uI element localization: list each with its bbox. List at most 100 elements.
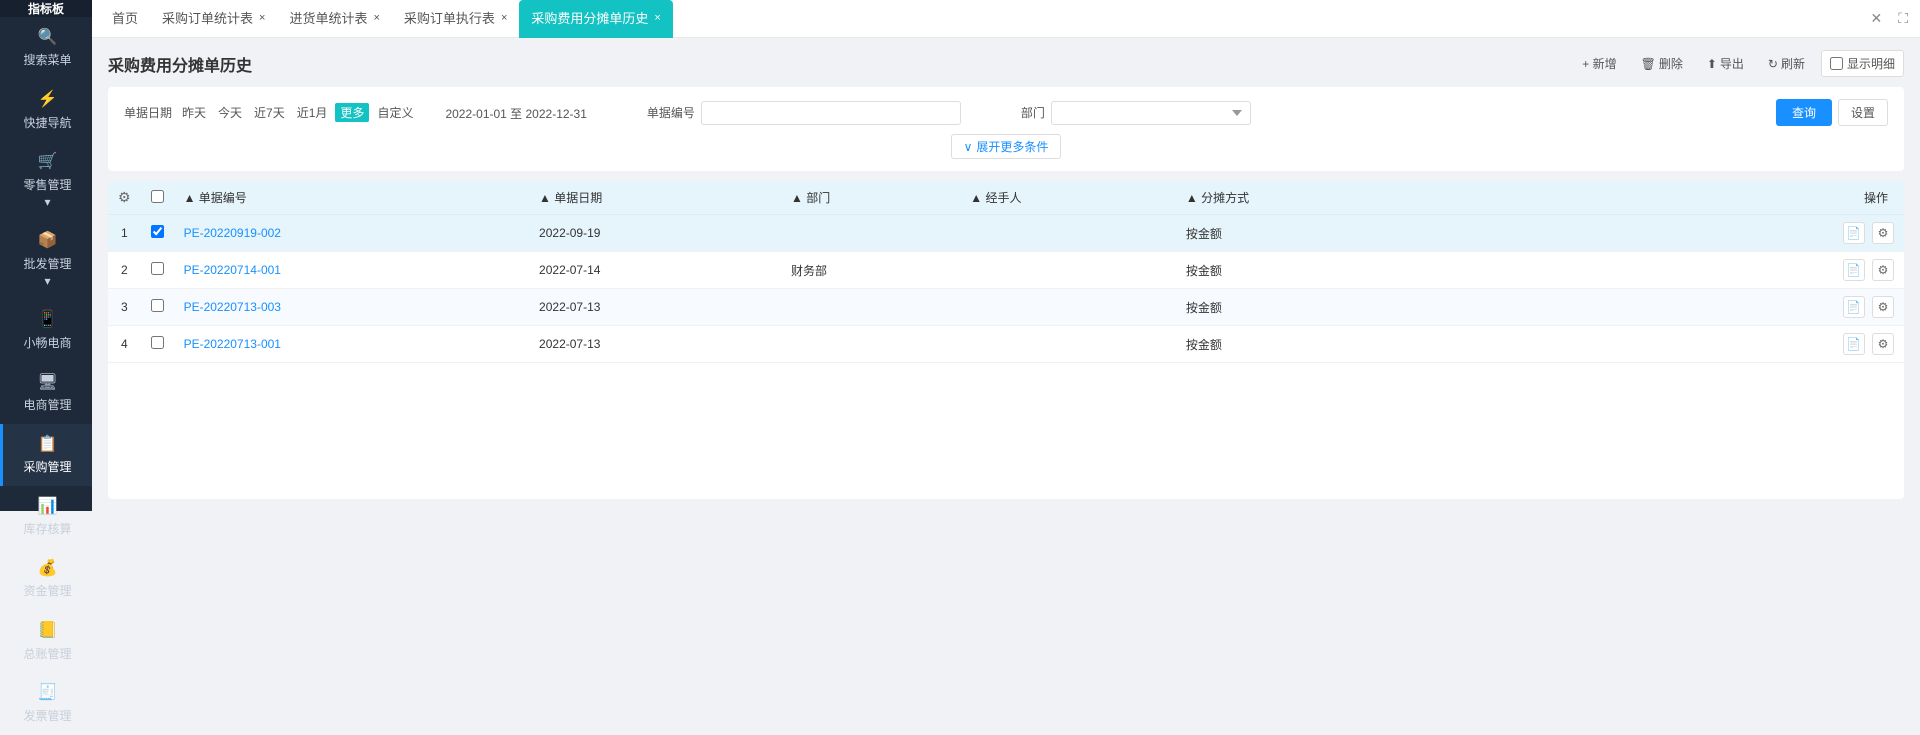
sidebar-item-search[interactable]: 🔍 搜索菜单 xyxy=(0,17,92,79)
col-header-dept[interactable]: ▲ 部门 xyxy=(781,181,960,215)
date-option-1month[interactable]: 近1月 xyxy=(293,103,332,122)
col-docnum-label: ▲ 单据编号 xyxy=(184,191,247,205)
date-option-yesterday[interactable]: 昨天 xyxy=(178,103,210,122)
sidebar-item-finance[interactable]: 💰 资金管理 xyxy=(0,548,92,610)
show-cols-button[interactable]: 显示明细 xyxy=(1821,50,1904,77)
ledger-icon: 📒 xyxy=(38,620,58,642)
row-ops-cell: 📄 ⚙ xyxy=(1676,215,1904,252)
date-range-value: 2022-01-01 至 2022-12-31 xyxy=(445,105,586,122)
docnum-input[interactable] xyxy=(701,101,961,125)
tab-purchase-exec-label: 采购订单执行表 xyxy=(404,8,495,27)
sidebar-item-purchase[interactable]: 📋 采购管理 xyxy=(0,424,92,486)
close-icon[interactable]: × xyxy=(373,12,379,24)
row-splitmethod-cell: 按金额 xyxy=(1176,252,1676,289)
table-row[interactable]: 2 PE-20220714-001 2022-07-14 财务部 按金额 📄 ⚙ xyxy=(108,252,1904,289)
checkbox-header[interactable] xyxy=(141,181,174,215)
tab-receipt-summary-label: 进货单统计表 xyxy=(289,8,367,27)
page-title: 采购费用分摊单历史 xyxy=(108,52,252,76)
search-button[interactable]: 查询 xyxy=(1776,99,1832,126)
row-dept-cell xyxy=(781,326,960,363)
sidebar-item-wholesale[interactable]: 📦 批发管理 ▾ xyxy=(0,220,92,299)
close-icon[interactable]: × xyxy=(654,12,660,24)
row-splitmethod-cell: 按金额 xyxy=(1176,326,1676,363)
date-option-more[interactable]: 更多 xyxy=(335,103,369,122)
dept-filter: 部门 xyxy=(1021,101,1251,125)
row-handler-cell xyxy=(960,252,1176,289)
show-cols-checkbox[interactable] xyxy=(1830,57,1843,70)
row-checkbox-cell[interactable] xyxy=(141,252,174,289)
row-index-cell: 4 xyxy=(108,326,141,363)
date-label: 单据日期 xyxy=(124,104,172,121)
col-settings-header[interactable]: ⚙ xyxy=(108,181,141,215)
export-button[interactable]: ⬆ 导出 xyxy=(1699,51,1752,76)
add-button[interactable]: + 新增 xyxy=(1574,51,1624,76)
row-checkbox[interactable] xyxy=(151,262,164,275)
table-row[interactable]: 1 PE-20220919-002 2022-09-19 按金额 📄 ⚙ xyxy=(108,215,1904,252)
delete-button[interactable]: 🗑 删除 xyxy=(1633,51,1691,76)
view-op-icon[interactable]: 📄 xyxy=(1843,222,1865,244)
date-option-today[interactable]: 今天 xyxy=(214,103,246,122)
docnum-link[interactable]: PE-20220714-001 xyxy=(184,263,281,277)
box-icon: 📦 xyxy=(38,230,58,252)
tab-purchase-summary[interactable]: 采购订单统计表 × xyxy=(150,0,277,38)
row-ops-cell: 📄 ⚙ xyxy=(1676,326,1904,363)
col-header-splitmethod[interactable]: ▲ 分摊方式 xyxy=(1176,181,1676,215)
row-checkbox[interactable] xyxy=(151,225,164,238)
tab-purchase-summary-label: 采购订单统计表 xyxy=(162,8,253,27)
sidebar-item-label: 搜索菜单 xyxy=(23,52,71,69)
filter-area: 单据日期 昨天 今天 近7天 近1月 更多 自定义 2022-01-01 至 2… xyxy=(108,87,1904,171)
tab-purchase-exec[interactable]: 采购订单执行表 × xyxy=(392,0,519,38)
sidebar: 指标板 🔍 搜索菜单 ⚡ 快捷导航 🛒 零售管理 ▾ 📦 批发管理 ▾ 📱 小畅… xyxy=(0,0,92,511)
row-checkbox[interactable] xyxy=(151,299,164,312)
select-all-checkbox[interactable] xyxy=(151,190,164,203)
sidebar-item-inventory[interactable]: 📊 库存核算 xyxy=(0,486,92,548)
refresh-button[interactable]: ↻ 刷新 xyxy=(1760,51,1813,76)
sidebar-item-ecommerce[interactable]: 🖥 电商管理 xyxy=(0,362,92,424)
date-option-custom[interactable]: 自定义 xyxy=(373,103,417,122)
date-option-7days[interactable]: 近7天 xyxy=(250,103,289,122)
sidebar-item-ledger[interactable]: 📒 总账管理 xyxy=(0,610,92,672)
dept-select[interactable] xyxy=(1051,101,1251,125)
table-row[interactable]: 3 PE-20220713-003 2022-07-13 按金额 📄 ⚙ xyxy=(108,289,1904,326)
row-checkbox[interactable] xyxy=(151,336,164,349)
dept-label: 部门 xyxy=(1021,104,1045,121)
edit-op-icon[interactable]: ⚙ xyxy=(1872,259,1894,281)
row-checkbox-cell[interactable] xyxy=(141,326,174,363)
expand-row: ∨ 展开更多条件 xyxy=(124,134,1888,159)
expand-more-button[interactable]: ∨ 展开更多条件 xyxy=(951,134,1062,159)
view-op-icon[interactable]: 📄 xyxy=(1843,333,1865,355)
sidebar-item-invoice[interactable]: 🧾 发票管理 xyxy=(0,672,92,734)
docnum-link[interactable]: PE-20220713-001 xyxy=(184,337,281,351)
col-header-handler[interactable]: ▲ 经手人 xyxy=(960,181,1176,215)
docnum-link[interactable]: PE-20220919-002 xyxy=(184,226,281,240)
maximize-button[interactable]: ⛶ xyxy=(1894,8,1912,29)
tab-purchase-cost[interactable]: 采购费用分摊单历史 × xyxy=(519,0,672,38)
table-row[interactable]: 4 PE-20220713-001 2022-07-13 按金额 📄 ⚙ xyxy=(108,326,1904,363)
row-docdate-cell: 2022-07-13 xyxy=(529,326,781,363)
sidebar-item-shortcut[interactable]: ⚡ 快捷导航 xyxy=(0,79,92,141)
row-checkbox-cell[interactable] xyxy=(141,289,174,326)
close-icon[interactable]: × xyxy=(259,12,265,24)
sidebar-item-mini[interactable]: 📱 小畅电商 xyxy=(0,299,92,361)
tab-receipt-summary[interactable]: 进货单统计表 × xyxy=(277,0,391,38)
tab-home-label: 首页 xyxy=(112,8,138,27)
close-icon[interactable]: × xyxy=(501,12,507,24)
row-splitmethod-cell: 按金额 xyxy=(1176,215,1676,252)
tab-home[interactable]: 首页 xyxy=(100,0,150,38)
row-splitmethod-cell: 按金额 xyxy=(1176,289,1676,326)
row-checkbox-cell[interactable] xyxy=(141,215,174,252)
sidebar-item-retail[interactable]: 🛒 零售管理 ▾ xyxy=(0,141,92,220)
row-dept-cell xyxy=(781,289,960,326)
docnum-link[interactable]: PE-20220713-003 xyxy=(184,300,281,314)
filter-buttons: 查询 设置 xyxy=(1776,99,1888,126)
view-op-icon[interactable]: 📄 xyxy=(1843,259,1865,281)
col-header-docdate[interactable]: ▲ 单据日期 xyxy=(529,181,781,215)
edit-op-icon[interactable]: ⚙ xyxy=(1872,296,1894,318)
view-op-icon[interactable]: 📄 xyxy=(1843,296,1865,318)
edit-op-icon[interactable]: ⚙ xyxy=(1872,333,1894,355)
edit-op-icon[interactable]: ⚙ xyxy=(1872,222,1894,244)
chevron-down-icon: ∨ xyxy=(964,140,973,154)
filter-settings-button[interactable]: 设置 xyxy=(1838,99,1888,126)
close-all-tabs-button[interactable]: ✕ xyxy=(1866,8,1886,29)
col-header-docnum[interactable]: ▲ 单据编号 xyxy=(174,181,529,215)
